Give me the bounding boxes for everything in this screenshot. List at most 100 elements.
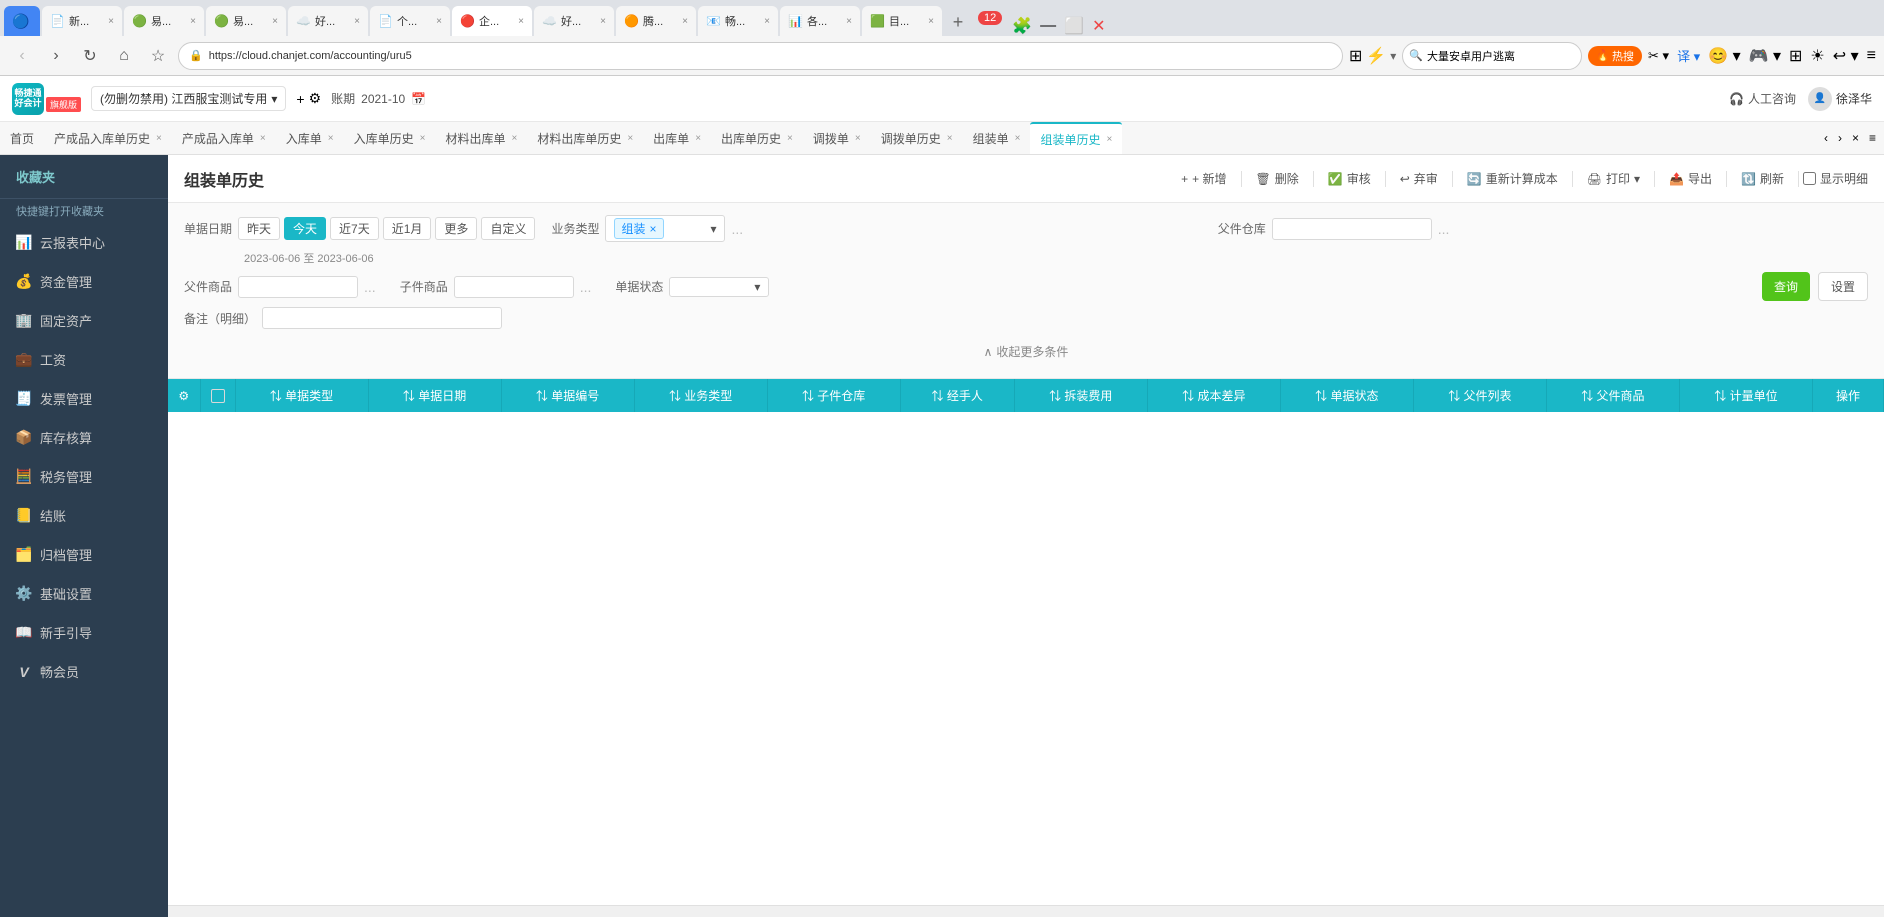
apps-icon[interactable]: ⊞ bbox=[1789, 46, 1802, 66]
nav-tab-close[interactable]: × bbox=[1015, 133, 1021, 144]
forward-button[interactable]: › bbox=[42, 42, 70, 70]
sidebar-item-inventory[interactable]: 📦 库存核算 bbox=[0, 418, 168, 457]
nav-tab-close[interactable]: × bbox=[855, 133, 861, 144]
7days-btn[interactable]: 近7天 bbox=[330, 217, 379, 240]
sidebar-item-reports[interactable]: 📊 云报表中心 bbox=[0, 223, 168, 262]
tab-close-11[interactable]: × bbox=[928, 16, 934, 27]
minimize-button[interactable]: — bbox=[1040, 17, 1056, 35]
display-detail-checkbox[interactable] bbox=[1803, 172, 1816, 185]
today-btn[interactable]: 今天 bbox=[284, 217, 326, 240]
tab-scroll-left[interactable]: ‹ bbox=[1820, 129, 1832, 147]
browser-logo-tab[interactable]: 🔵 bbox=[4, 6, 40, 36]
parent-warehouse-input[interactable] bbox=[1272, 218, 1432, 240]
browser-tab-1[interactable]: 📄 新... × bbox=[42, 6, 122, 36]
game-icon[interactable]: 🎮 ▾ bbox=[1749, 46, 1781, 66]
nav-tab-close[interactable]: × bbox=[695, 133, 701, 144]
nav-tab-close[interactable]: × bbox=[787, 133, 793, 144]
sidebar-item-archive[interactable]: 🗂️ 归档管理 bbox=[0, 535, 168, 574]
tab-scroll-right[interactable]: › bbox=[1834, 129, 1846, 147]
settings-icon[interactable]: ⚙ bbox=[309, 90, 322, 107]
tab-close-6[interactable]: × bbox=[518, 16, 524, 27]
nav-tab-close[interactable]: × bbox=[156, 133, 162, 144]
browser-tab-8[interactable]: 🟠 腾... × bbox=[616, 6, 696, 36]
nav-tab-assembly-history[interactable]: 组装单历史 × bbox=[1030, 122, 1122, 154]
close-button[interactable]: ✕ bbox=[1092, 16, 1105, 36]
nav-tab-material-outbound[interactable]: 材料出库单 × bbox=[435, 122, 527, 154]
nav-tab-close[interactable]: × bbox=[947, 133, 953, 144]
company-selector[interactable]: (勿删勿禁用) 江西服宝测试专用 ▾ bbox=[91, 86, 286, 111]
print-button[interactable]: 🖨 打印 ▾ bbox=[1577, 165, 1650, 192]
th-disassemble-fee[interactable]: ⇅ 拆装费用 bbox=[1014, 379, 1147, 412]
scissors-icon[interactable]: ✂ ▾ bbox=[1648, 48, 1669, 64]
nav-tab-outbound-history[interactable]: 出库单历史 × bbox=[711, 122, 803, 154]
export-button[interactable]: 📤 导出 bbox=[1659, 165, 1722, 192]
sidebar-item-close-accounts[interactable]: 📒 结账 bbox=[0, 496, 168, 535]
child-goods-more[interactable]: ... bbox=[580, 279, 592, 295]
sidebar-item-vip[interactable]: V 畅会员 bbox=[0, 652, 168, 691]
tab-close-5[interactable]: × bbox=[436, 16, 442, 27]
custom-date-btn[interactable]: 自定义 bbox=[481, 217, 535, 240]
child-goods-input[interactable] bbox=[454, 276, 574, 298]
refresh-button[interactable]: ↻ bbox=[76, 42, 104, 70]
th-check[interactable] bbox=[200, 379, 235, 412]
emoji-icon[interactable]: 😊 ▾ bbox=[1708, 46, 1740, 66]
extensions-icon[interactable]: 🧩 bbox=[1012, 16, 1032, 36]
browser-tab-10[interactable]: 📊 各... × bbox=[780, 6, 860, 36]
th-cost-diff[interactable]: ⇅ 成本差异 bbox=[1147, 379, 1280, 412]
remove-tag-button[interactable]: × bbox=[649, 222, 656, 236]
th-unit[interactable]: ⇅ 计量单位 bbox=[1679, 379, 1812, 412]
tab-close-1[interactable]: × bbox=[108, 16, 114, 27]
search-bar[interactable]: 🔍 大量安卓用户逃离 bbox=[1402, 42, 1582, 70]
tab-close-9[interactable]: × bbox=[764, 16, 770, 27]
browser-tab-2[interactable]: 🟢 易... × bbox=[124, 6, 204, 36]
th-bill-no[interactable]: ⇅ 单据编号 bbox=[501, 379, 634, 412]
th-biz-type[interactable]: ⇅ 业务类型 bbox=[634, 379, 767, 412]
tab-close-7[interactable]: × bbox=[600, 16, 606, 27]
menu-icon[interactable]: ≡ bbox=[1867, 47, 1876, 65]
nav-tab-close[interactable]: × bbox=[420, 133, 426, 144]
dropdown-icon[interactable]: ▾ bbox=[1390, 49, 1396, 63]
th-bill-date[interactable]: ⇅ 单据日期 bbox=[368, 379, 501, 412]
nav-tab-material-outbound-history[interactable]: 材料出库单历史 × bbox=[527, 122, 643, 154]
tab-close-8[interactable]: × bbox=[682, 16, 688, 27]
abandon-button[interactable]: ↩ 弃审 bbox=[1390, 165, 1448, 192]
business-type-input[interactable]: 组装 × ▾ bbox=[605, 215, 725, 242]
th-gear[interactable]: ⚙ bbox=[168, 379, 200, 412]
url-bar[interactable]: 🔒 https://cloud.chanjet.com/accounting/u… bbox=[178, 42, 1343, 70]
query-button[interactable]: 查询 bbox=[1762, 272, 1810, 301]
new-tab-button[interactable]: + bbox=[944, 8, 972, 36]
nav-tab-close[interactable]: × bbox=[511, 133, 517, 144]
yesterday-btn[interactable]: 昨天 bbox=[238, 217, 280, 240]
select-all-checkbox[interactable] bbox=[211, 389, 225, 403]
nav-tab-close[interactable]: × bbox=[328, 133, 334, 144]
browser-tab-7[interactable]: ☁️ 好... × bbox=[534, 6, 614, 36]
nav-tab-close-assembly-history[interactable]: × bbox=[1106, 134, 1112, 145]
maximize-button[interactable]: ⬜ bbox=[1064, 16, 1084, 36]
nav-tab-transfer[interactable]: 调拨单 × bbox=[803, 122, 871, 154]
nav-tab-home[interactable]: 首页 bbox=[0, 122, 44, 154]
browser-tab-9[interactable]: 📧 畅... × bbox=[698, 6, 778, 36]
1month-btn[interactable]: 近1月 bbox=[383, 217, 432, 240]
nav-tab-outbound[interactable]: 出库单 × bbox=[643, 122, 711, 154]
home-button[interactable]: ⌂ bbox=[110, 42, 138, 70]
hot-search-badge[interactable]: 🔥 热搜 bbox=[1588, 46, 1642, 66]
new-button[interactable]: + + 新增 bbox=[1171, 165, 1236, 192]
th-bill-type[interactable]: ⇅ 单据类型 bbox=[235, 379, 368, 412]
browser-tab-5[interactable]: 📄 个... × bbox=[370, 6, 450, 36]
th-parent-goods[interactable]: ⇅ 父件商品 bbox=[1546, 379, 1679, 412]
parent-goods-input[interactable] bbox=[238, 276, 358, 298]
th-bill-status[interactable]: ⇅ 单据状态 bbox=[1280, 379, 1413, 412]
horizontal-scrollbar[interactable] bbox=[168, 905, 1884, 917]
nav-tab-close[interactable]: × bbox=[627, 133, 633, 144]
tab-close-4[interactable]: × bbox=[354, 16, 360, 27]
business-type-more[interactable]: ... bbox=[731, 221, 743, 237]
nav-tab-close[interactable]: × bbox=[260, 133, 266, 144]
browser-tab-11[interactable]: 🟩 目... × bbox=[862, 6, 942, 36]
status-selector[interactable]: ▾ bbox=[669, 277, 769, 297]
nav-tab-finished-goods-history[interactable]: 产成品入库单历史 × bbox=[44, 122, 172, 154]
qr-icon[interactable]: ⊞ bbox=[1349, 46, 1362, 66]
tab-close-2[interactable]: × bbox=[190, 16, 196, 27]
plus-icon[interactable]: + bbox=[296, 91, 304, 107]
sidebar-item-assets[interactable]: 🏢 固定资产 bbox=[0, 301, 168, 340]
nav-tab-assembly[interactable]: 组装单 × bbox=[963, 122, 1031, 154]
